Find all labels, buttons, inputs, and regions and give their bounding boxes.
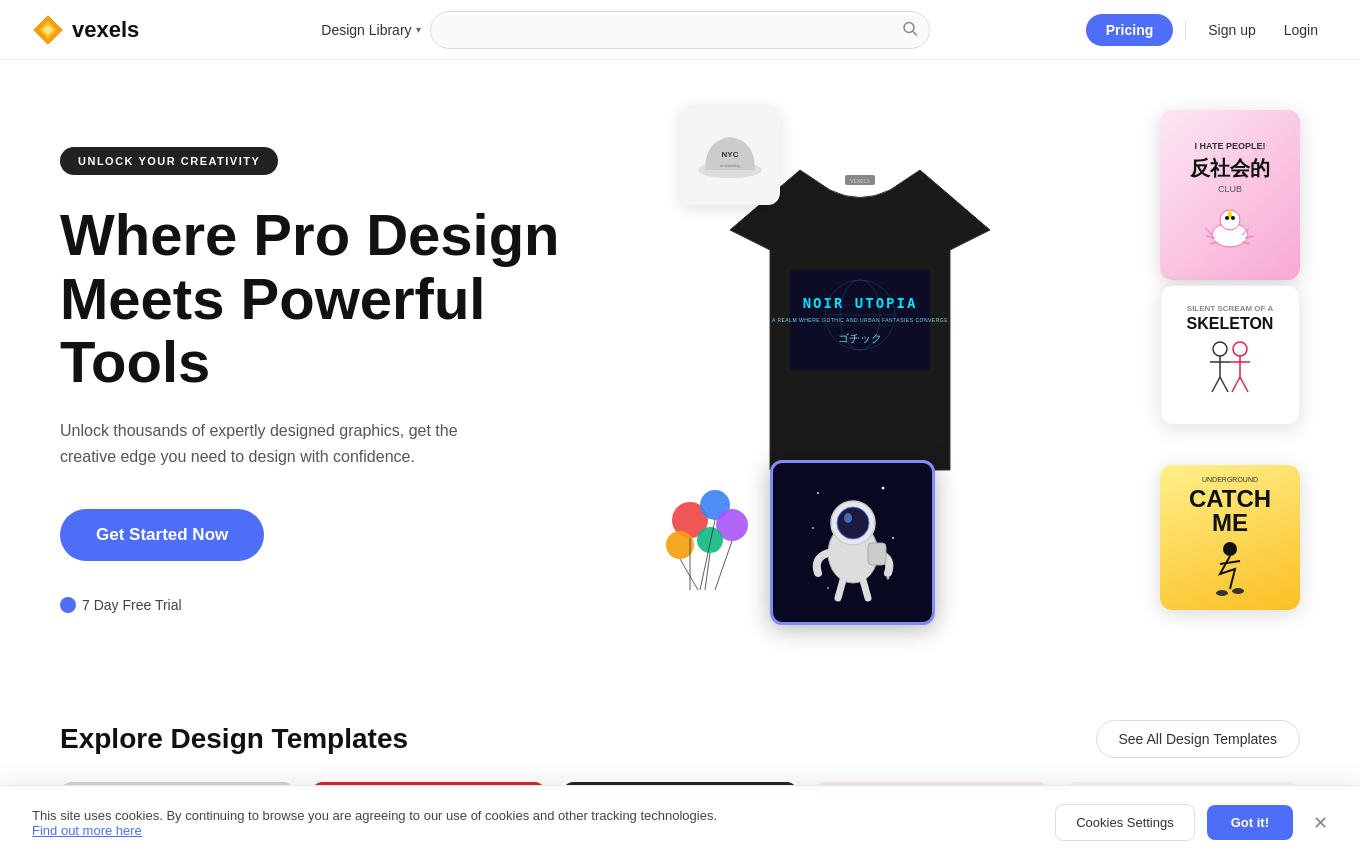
balloons-decoration: [660, 480, 760, 600]
hero-content: UNLOCK YOUR CREATIVITY Where Pro Design …: [60, 147, 620, 614]
svg-point-34: [1223, 542, 1237, 556]
hero-section: UNLOCK YOUR CREATIVITY Where Pro Design …: [0, 60, 1360, 680]
svg-line-32: [1232, 377, 1240, 392]
svg-text:A REALM WHERE GOTHIC AND URBAN: A REALM WHERE GOTHIC AND URBAN FANTASIES…: [772, 317, 948, 323]
svg-text:NOIR UTOPIA: NOIR UTOPIA: [803, 295, 918, 311]
svg-line-33: [1240, 377, 1248, 392]
logo-text: vexels: [72, 17, 139, 43]
svg-point-22: [1225, 216, 1229, 220]
svg-rect-50: [868, 543, 886, 565]
search-button[interactable]: [902, 20, 918, 39]
balloons-svg: [660, 480, 760, 600]
svg-point-36: [1216, 590, 1228, 596]
pricing-button[interactable]: Pricing: [1086, 14, 1173, 46]
skater-svg: [1200, 539, 1260, 599]
main-nav: vexels Design Library ▾ Design Tools AI …: [0, 0, 1360, 60]
svg-point-47: [844, 513, 852, 523]
svg-line-49: [863, 580, 868, 598]
catchme-title: CATCHME: [1189, 487, 1271, 535]
svg-text:VEXELS: VEXELS: [850, 178, 870, 184]
catchme-top-text: UNDERGROUND: [1202, 476, 1258, 483]
astronaut-card: [770, 460, 935, 625]
hero-badge: UNLOCK YOUR CREATIVITY: [60, 147, 278, 175]
cookie-banner: This site uses cookies. By continuing to…: [0, 785, 1360, 859]
hero-subtitle: Unlock thousands of expertly designed gr…: [60, 418, 480, 469]
svg-line-60: [705, 553, 710, 590]
explore-title: Explore Design Templates: [60, 723, 408, 755]
svg-point-38: [817, 492, 819, 494]
unicorn-svg: [1200, 200, 1260, 250]
svg-point-42: [827, 587, 829, 589]
hero-visuals: NOIR UTOPIA A REALM WHERE GOTHIC AND URB…: [660, 120, 1300, 640]
svg-point-24: [1213, 342, 1227, 356]
svg-point-46: [837, 507, 869, 539]
get-started-button[interactable]: Get Started Now: [60, 509, 264, 561]
skeleton-card-label: SILENT SCREAM OF A: [1187, 304, 1273, 313]
svg-point-40: [812, 527, 814, 529]
explore-header: Explore Design Templates See All Design …: [60, 720, 1300, 758]
vexels-logo-icon: [32, 14, 64, 46]
skeleton-card-title: SKELETON: [1187, 315, 1274, 333]
astronaut-svg: [803, 478, 903, 608]
svg-line-35: [1220, 561, 1240, 564]
svg-line-59: [680, 559, 698, 590]
design-library-label: Design Library: [321, 22, 411, 38]
svg-line-48: [838, 580, 843, 598]
catchme-card: UNDERGROUND CATCHME: [1160, 465, 1300, 610]
nav-divider: [1185, 20, 1186, 40]
signup-link[interactable]: Sign up: [1198, 16, 1265, 44]
see-all-button[interactable]: See All Design Templates: [1096, 720, 1301, 758]
skeleton-card: SILENT SCREAM OF A SKELETON: [1160, 285, 1300, 425]
search-input[interactable]: [430, 11, 930, 49]
skeleton-svg: [1200, 337, 1260, 407]
pink-card-text1: I HATE PEOPLE!: [1195, 141, 1266, 151]
svg-line-4: [913, 31, 917, 35]
cookies-settings-button[interactable]: Cookies Settings: [1055, 804, 1195, 841]
svg-point-55: [697, 527, 723, 553]
cookie-learn-more-link[interactable]: Find out more here: [32, 823, 142, 838]
pink-card: I HATE PEOPLE! 反社会的 CLUB: [1160, 110, 1300, 280]
svg-text:NYC: NYC: [722, 150, 739, 159]
svg-point-29: [1233, 342, 1247, 356]
svg-point-23: [1231, 216, 1235, 220]
search-icon: [902, 20, 918, 36]
hat-svg: NYC embroidery: [695, 125, 765, 185]
hero-trial: 7 Day Free Trial: [60, 597, 620, 613]
close-cookie-button[interactable]: ✕: [1313, 814, 1328, 832]
login-link[interactable]: Login: [1274, 16, 1328, 44]
nav-design-library[interactable]: Design Library ▾: [311, 16, 430, 44]
svg-line-28: [1220, 377, 1228, 392]
cookie-text: This site uses cookies. By continuing to…: [32, 808, 732, 838]
svg-point-39: [881, 486, 884, 489]
pink-card-text3: CLUB: [1218, 184, 1242, 194]
design-library-chevron: ▾: [416, 24, 421, 35]
hero-title: Where Pro Design Meets Powerful Tools: [60, 203, 620, 394]
svg-point-37: [1232, 588, 1244, 594]
got-it-button[interactable]: Got it!: [1207, 805, 1293, 840]
pink-card-text2: 反社会的: [1190, 155, 1270, 182]
hat-card: NYC embroidery: [680, 105, 780, 205]
svg-line-27: [1212, 377, 1220, 392]
svg-text:embroidery: embroidery: [720, 163, 740, 168]
cookie-actions: Cookies Settings Got it! ✕: [1055, 804, 1328, 841]
logo-link[interactable]: vexels: [32, 14, 139, 46]
svg-point-41: [892, 537, 894, 539]
